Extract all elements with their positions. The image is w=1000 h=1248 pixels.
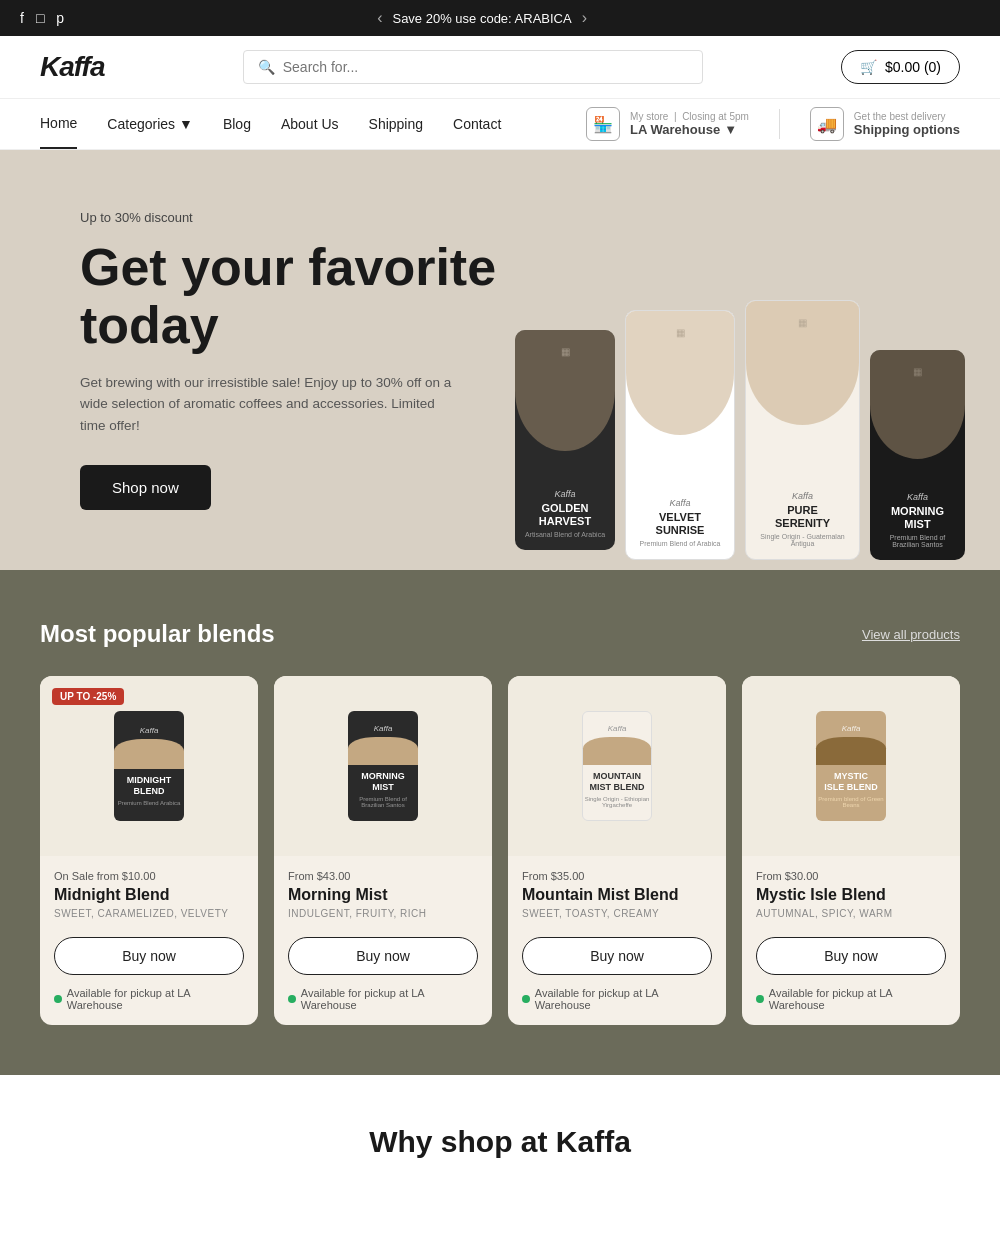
product-info-4: From $30.00 Mystic Isle Blend AUTUMNAL, … <box>742 856 960 937</box>
product-price-3: From $35.00 <box>522 870 712 882</box>
shipping-icon: 🚚 <box>810 107 844 141</box>
availability-1: Available for pickup at LA Warehouse <box>40 987 258 1025</box>
product-price-4: From $30.00 <box>756 870 946 882</box>
products-grid: UP TO -25% Kaffa MIDNIGHTBLEND Premium B… <box>40 676 960 1025</box>
navigation: Home Categories ▼ Blog About Us Shipping… <box>0 99 1000 150</box>
header: Kaffa 🔍 🛒 $0.00 (0) <box>0 36 1000 99</box>
availability-dot-1 <box>54 995 62 1003</box>
nav-categories[interactable]: Categories ▼ <box>107 99 193 149</box>
search-input[interactable] <box>283 59 688 75</box>
nav-divider <box>779 109 780 139</box>
nav-shipping[interactable]: Shipping <box>369 99 424 149</box>
store-hours: Closing at 5pm <box>682 111 749 122</box>
product-info-1: On Sale from $10.00 Midnight Blend SWEET… <box>40 856 258 937</box>
product-card-4: Kaffa MYSTICISLE BLEND Premium blend of … <box>742 676 960 1025</box>
instagram-icon[interactable]: □ <box>36 10 44 26</box>
hero-bag-3: ▦ Kaffa PURESERENITY Single Origin - Gua… <box>745 300 860 560</box>
social-links[interactable]: f □ p <box>20 10 64 26</box>
product-tags-1: SWEET, CARAMELIZED, VELVETY <box>54 908 244 919</box>
promo-next-arrow[interactable]: › <box>582 9 587 27</box>
store-info[interactable]: 🏪 My store | Closing at 5pm LA Warehouse… <box>586 107 749 141</box>
view-all-link[interactable]: View all products <box>862 627 960 642</box>
product-card-3: Kaffa MOUNTAINMIST BLEND Single Origin -… <box>508 676 726 1025</box>
shipping-options-link[interactable]: Shipping options <box>854 122 960 137</box>
product-info-2: From $43.00 Morning Mist INDULGENT, FRUI… <box>274 856 492 937</box>
pinterest-icon[interactable]: p <box>56 10 64 26</box>
buy-button-4[interactable]: Buy now <box>756 937 946 975</box>
product-name-1: Midnight Blend <box>54 886 244 904</box>
hero-title: Get your favorite today <box>80 239 540 353</box>
bottom-title: Why shop at Kaffa <box>40 1125 960 1159</box>
hero-content: Up to 30% discount Get your favorite tod… <box>80 210 540 509</box>
location-dropdown-icon: ▼ <box>724 122 737 137</box>
bag-image-3: Kaffa MOUNTAINMIST BLEND Single Origin -… <box>582 711 652 821</box>
availability-3: Available for pickup at LA Warehouse <box>508 987 726 1025</box>
hero-bag-2: ▦ Kaffa VELVETSUNRISE Premium Blend of A… <box>625 310 735 560</box>
nav-info: 🏪 My store | Closing at 5pm LA Warehouse… <box>586 107 960 141</box>
nav-contact[interactable]: Contact <box>453 99 501 149</box>
promo-bar: ‹ Save 20% use code: ARABICA › <box>377 9 587 27</box>
availability-dot-2 <box>288 995 296 1003</box>
cart-icon: 🛒 <box>860 59 877 75</box>
product-price-1: On Sale from $10.00 <box>54 870 244 882</box>
availability-2: Available for pickup at LA Warehouse <box>274 987 492 1025</box>
dropdown-icon: ▼ <box>179 116 193 132</box>
cart-button[interactable]: 🛒 $0.00 (0) <box>841 50 960 84</box>
facebook-icon[interactable]: f <box>20 10 24 26</box>
logo[interactable]: Kaffa <box>40 51 105 83</box>
products-section: Most popular blends View all products UP… <box>0 570 1000 1075</box>
product-name-4: Mystic Isle Blend <box>756 886 946 904</box>
product-image-3: Kaffa MOUNTAINMIST BLEND Single Origin -… <box>508 676 726 856</box>
search-icon: 🔍 <box>258 59 275 75</box>
bag-image-2: Kaffa MORNINGMIST Premium Blend of Brazi… <box>348 711 418 821</box>
cart-total: $0.00 (0) <box>885 59 941 75</box>
top-bar: f □ p ‹ Save 20% use code: ARABICA › <box>0 0 1000 36</box>
hero-cta-button[interactable]: Shop now <box>80 465 211 510</box>
product-info-3: From $35.00 Mountain Mist Blend SWEET, T… <box>508 856 726 937</box>
hero-section: Up to 30% discount Get your favorite tod… <box>0 150 1000 570</box>
product-badge-1: UP TO -25% <box>52 688 124 705</box>
nav-blog[interactable]: Blog <box>223 99 251 149</box>
hero-product-images: ▦ Kaffa GOLDENHARVEST Artisanal Blend of… <box>480 150 1000 570</box>
section-header: Most popular blends View all products <box>40 620 960 648</box>
product-price-2: From $43.00 <box>288 870 478 882</box>
nav-about[interactable]: About Us <box>281 99 339 149</box>
store-location: LA Warehouse <box>630 122 720 137</box>
product-image-2: Kaffa MORNINGMIST Premium Blend of Brazi… <box>274 676 492 856</box>
product-name-2: Morning Mist <box>288 886 478 904</box>
nav-home[interactable]: Home <box>40 99 77 149</box>
promo-prev-arrow[interactable]: ‹ <box>377 9 382 27</box>
search-bar[interactable]: 🔍 <box>243 50 703 84</box>
product-tags-3: SWEET, TOASTY, CREAMY <box>522 908 712 919</box>
bottom-section: Why shop at Kaffa <box>0 1075 1000 1209</box>
section-title: Most popular blends <box>40 620 275 648</box>
promo-text: Save 20% use code: ARABICA <box>392 11 571 26</box>
store-label: My store <box>630 111 668 122</box>
availability-4: Available for pickup at LA Warehouse <box>742 987 960 1025</box>
buy-button-3[interactable]: Buy now <box>522 937 712 975</box>
buy-button-2[interactable]: Buy now <box>288 937 478 975</box>
delivery-label: Get the best delivery <box>854 111 960 122</box>
product-image-4: Kaffa MYSTICISLE BLEND Premium blend of … <box>742 676 960 856</box>
hero-description: Get brewing with our irresistible sale! … <box>80 372 460 437</box>
bag-image-4: Kaffa MYSTICISLE BLEND Premium blend of … <box>816 711 886 821</box>
availability-dot-4 <box>756 995 764 1003</box>
nav-links: Home Categories ▼ Blog About Us Shipping… <box>40 99 501 149</box>
hero-bag-4: ▦ Kaffa MORNINGMIST Premium Blend of Bra… <box>870 350 965 560</box>
product-card-2: Kaffa MORNINGMIST Premium Blend of Brazi… <box>274 676 492 1025</box>
product-name-3: Mountain Mist Blend <box>522 886 712 904</box>
store-icon: 🏪 <box>586 107 620 141</box>
buy-button-1[interactable]: Buy now <box>54 937 244 975</box>
hero-badge: Up to 30% discount <box>80 210 540 225</box>
product-tags-4: AUTUMNAL, SPICY, WARM <box>756 908 946 919</box>
product-image-1: UP TO -25% Kaffa MIDNIGHTBLEND Premium B… <box>40 676 258 856</box>
product-tags-2: INDULGENT, FRUITY, RICH <box>288 908 478 919</box>
bag-image-1: Kaffa MIDNIGHTBLEND Premium Blend Arabic… <box>114 711 184 821</box>
availability-dot-3 <box>522 995 530 1003</box>
product-card-1: UP TO -25% Kaffa MIDNIGHTBLEND Premium B… <box>40 676 258 1025</box>
shipping-info[interactable]: 🚚 Get the best delivery Shipping options <box>810 107 960 141</box>
